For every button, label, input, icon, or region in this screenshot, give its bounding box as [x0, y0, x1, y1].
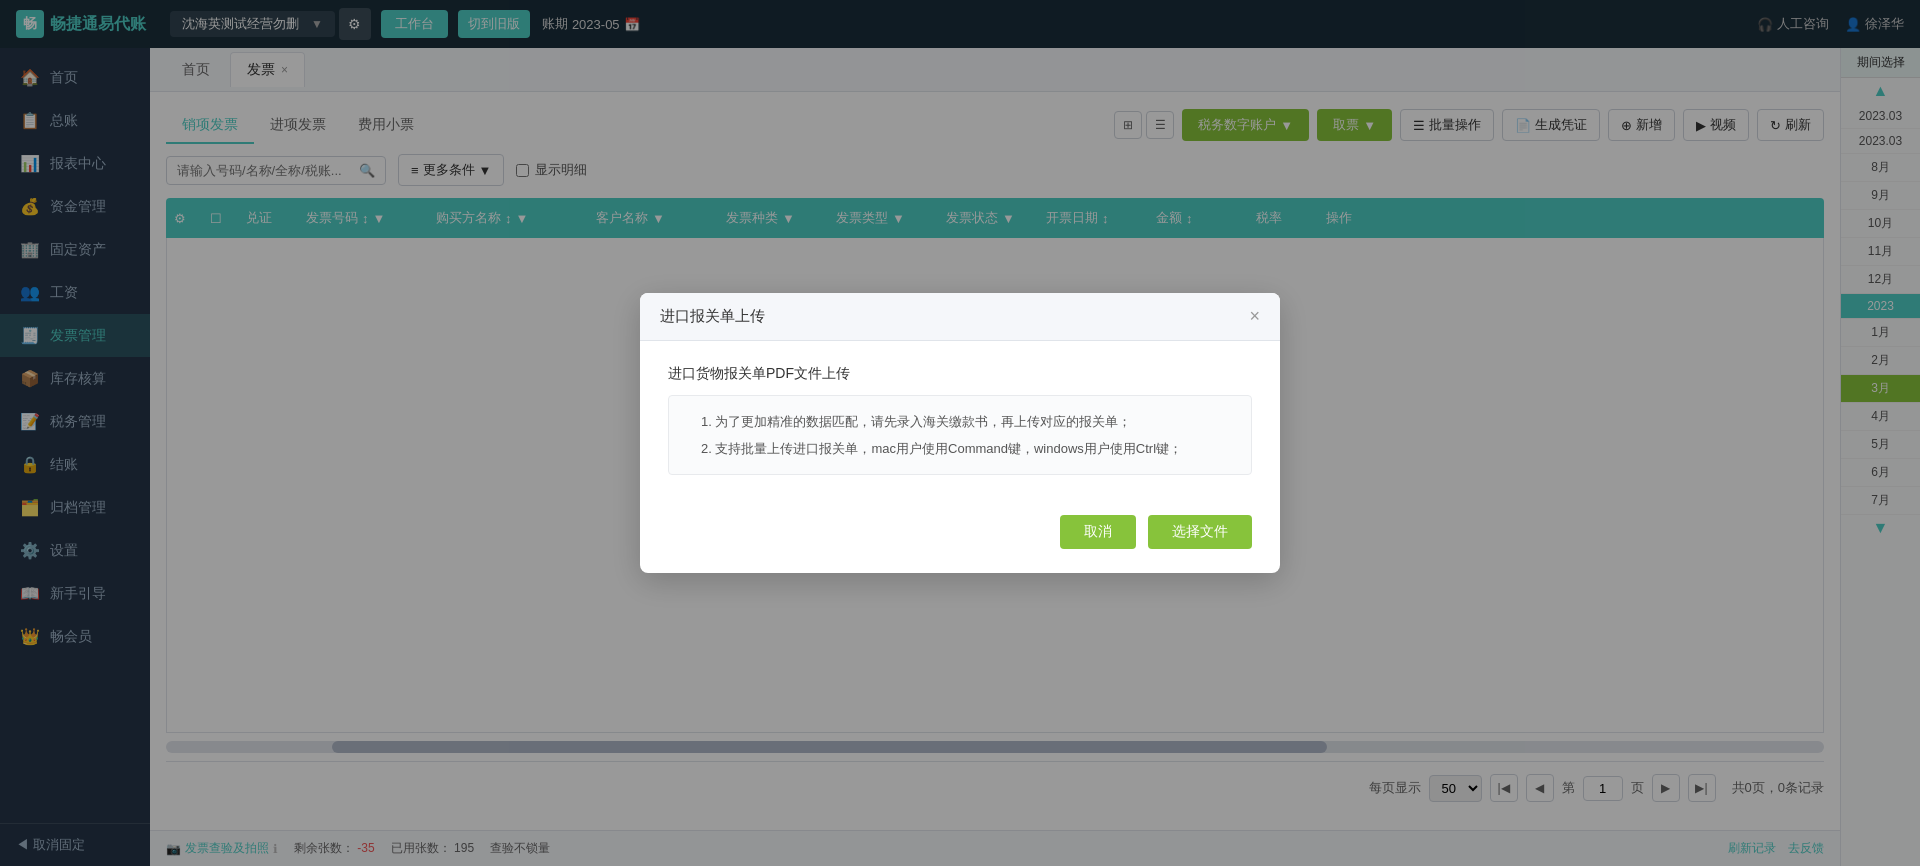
dialog-body: 进口货物报关单PDF文件上传 1. 为了更加精准的数据匹配，请先录入海关缴款书，…	[640, 341, 1280, 500]
dialog-select-button[interactable]: 选择文件	[1148, 515, 1252, 549]
dialog-info-item-1: 2. 支持批量上传进口报关单，mac用户使用Command键，windows用户…	[701, 437, 1235, 460]
dialog-header: 进口报关单上传 ×	[640, 293, 1280, 341]
dialog-info-box: 1. 为了更加精准的数据匹配，请先录入海关缴款书，再上传对应的报关单； 2. 支…	[668, 395, 1252, 476]
dialog-title: 进口报关单上传	[660, 307, 765, 326]
dialog-cancel-button[interactable]: 取消	[1060, 515, 1136, 549]
dialog-info-item-0: 1. 为了更加精准的数据匹配，请先录入海关缴款书，再上传对应的报关单；	[701, 410, 1235, 433]
dialog-footer: 取消 选择文件	[640, 499, 1280, 573]
dialog: 进口报关单上传 × 进口货物报关单PDF文件上传 1. 为了更加精准的数据匹配，…	[640, 293, 1280, 574]
dialog-section-title: 进口货物报关单PDF文件上传	[668, 365, 1252, 383]
dialog-overlay[interactable]: 进口报关单上传 × 进口货物报关单PDF文件上传 1. 为了更加精准的数据匹配，…	[0, 0, 1920, 866]
dialog-close-icon[interactable]: ×	[1249, 307, 1260, 325]
